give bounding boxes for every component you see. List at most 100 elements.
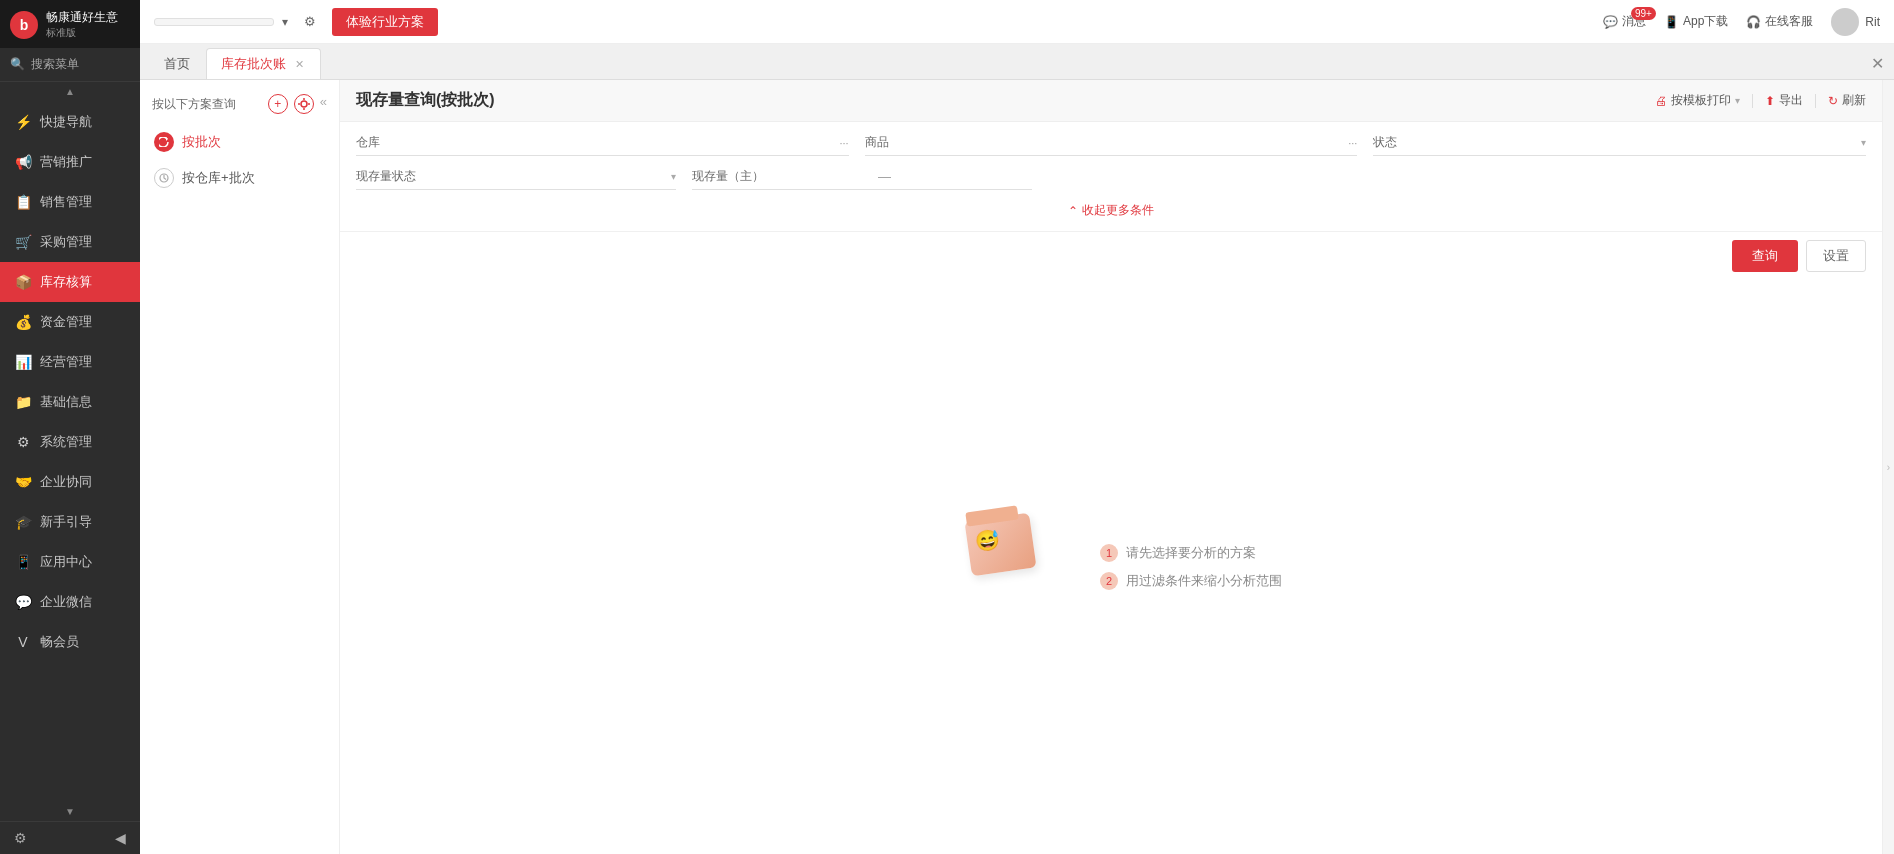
refresh-btn[interactable]: ↻ 刷新 (1828, 92, 1866, 109)
app-icon: 📱 (14, 553, 32, 571)
enterprise-icon: 🤝 (14, 473, 32, 491)
export-btn[interactable]: ⬆ 导出 (1765, 92, 1803, 109)
filter-panel: 按以下方案查询 + « 按批次 按仓库+批次 (140, 80, 340, 854)
box-face-icon: 😅 (973, 527, 1001, 554)
sidebar-item-system[interactable]: ⚙ 系统管理 (0, 422, 140, 462)
message-badge: 99+ (1631, 7, 1656, 20)
sidebar-item-member[interactable]: V 畅会员 (0, 622, 140, 662)
brand-edition: 标准版 (46, 26, 130, 40)
search-label: 搜索菜单 (31, 56, 79, 73)
stock-status-arrow-icon[interactable]: ▾ (671, 171, 676, 182)
sidebar-item-basic[interactable]: 📁 基础信息 (0, 382, 140, 422)
refresh-label: 刷新 (1842, 92, 1866, 109)
sidebar-item-label-system: 系统管理 (40, 433, 92, 451)
warehouse-batch-icon (154, 168, 174, 188)
query-btn[interactable]: 查询 (1732, 240, 1798, 272)
warehouse-field: 仓库 ··· (356, 134, 849, 156)
product-more-btn[interactable]: ··· (1348, 137, 1357, 149)
message-btn[interactable]: 💬 消息 99+ (1603, 13, 1646, 30)
sidebar-item-label-finance: 资金管理 (40, 313, 92, 331)
main-area: ▾ ⚙ 体验行业方案 💬 消息 99+ 📱 App下载 🎧 在线客服 Rit (140, 0, 1894, 854)
sidebar-item-sales[interactable]: 📋 销售管理 (0, 182, 140, 222)
breadcrumb-area: ▾ ⚙ 体验行业方案 (154, 8, 1593, 36)
settings-icon[interactable]: ⚙ (14, 830, 27, 846)
filter-collapse-btn[interactable]: « (320, 94, 327, 114)
sidebar-menu: ⚡ 快捷导航 📢 营销推广 📋 销售管理 🛒 采购管理 📦 库存核算 💰 资金管… (0, 102, 140, 801)
tip-num-2: 2 (1100, 572, 1118, 590)
system-icon: ⚙ (14, 433, 32, 451)
filter-item-by-warehouse-batch[interactable]: 按仓库+批次 (140, 160, 339, 196)
sidebar-item-enterprise[interactable]: 🤝 企业协同 (0, 462, 140, 502)
mobile-icon: 📱 (1664, 15, 1679, 29)
batch-active-icon (154, 132, 174, 152)
product-input[interactable] (897, 136, 1349, 150)
online-service-label: 在线客服 (1765, 13, 1813, 30)
add-filter-btn[interactable]: + (268, 94, 288, 114)
warehouse-input[interactable] (388, 136, 840, 150)
print-btn[interactable]: 🖨 按模板打印 ▾ (1655, 92, 1740, 109)
collapse-sidebar-icon[interactable]: ◀ (115, 830, 126, 846)
close-all-icon: ✕ (1871, 54, 1884, 73)
sidebar-scroll-down[interactable]: ▼ (0, 801, 140, 821)
sidebar-item-label-app: 应用中心 (40, 553, 92, 571)
stock-status-input[interactable] (424, 170, 667, 184)
sidebar-item-purchase[interactable]: 🛒 采购管理 (0, 222, 140, 262)
sidebar-item-label-marketing: 营销推广 (40, 153, 92, 171)
sidebar-item-label-wechat: 企业微信 (40, 593, 92, 611)
topbar-dropdown-icon[interactable]: ▾ (282, 15, 288, 29)
app-download-btn[interactable]: 📱 App下载 (1664, 13, 1728, 30)
sidebar-item-label-sales: 销售管理 (40, 193, 92, 211)
sidebar: b 畅康通好生意 标准版 🔍 搜索菜单 ▲ ⚡ 快捷导航 📢 营销推广 📋 销售… (0, 0, 140, 854)
stock-qty-min-input[interactable] (772, 170, 872, 184)
online-service-btn[interactable]: 🎧 在线客服 (1746, 13, 1813, 30)
filter-dash: — (878, 169, 891, 184)
settings-btn[interactable]: 设置 (1806, 240, 1866, 272)
filter-settings-btn[interactable] (294, 94, 314, 114)
filter-panel-label: 按以下方案查询 (152, 96, 236, 113)
filter-item-by-batch[interactable]: 按批次 (140, 124, 339, 160)
tab-inventory-batch[interactable]: 库存批次账 ✕ (206, 48, 321, 79)
page-title: 现存量查询(按批次) (356, 90, 495, 111)
sidebar-item-guide[interactable]: 🎓 新手引导 (0, 502, 140, 542)
refresh-icon: ↻ (1828, 94, 1838, 108)
sidebar-item-wechat[interactable]: 💬 企业微信 (0, 582, 140, 622)
close-all-tabs-btn[interactable]: ✕ (1861, 48, 1894, 79)
right-collapse-handle[interactable]: › (1882, 80, 1894, 854)
status-arrow-icon[interactable]: ▾ (1861, 137, 1866, 148)
filter-panel-header: 按以下方案查询 + « (140, 90, 339, 124)
tab-home[interactable]: 首页 (150, 49, 204, 79)
empty-illustration: 😅 (940, 517, 1060, 617)
sidebar-item-label-enterprise: 企业协同 (40, 473, 92, 491)
sidebar-header: b 畅康通好生意 标准版 (0, 0, 140, 48)
tab-close-icon[interactable]: ✕ (292, 57, 306, 71)
topbar-input[interactable] (154, 18, 274, 26)
sidebar-item-quick-nav[interactable]: ⚡ 快捷导航 (0, 102, 140, 142)
sidebar-logo: b (10, 11, 38, 39)
collapse-more-conditions-btn[interactable]: ⌃ 收起更多条件 (356, 202, 1866, 219)
filter-bar: 仓库 ··· 商品 ··· 状态 ▾ (340, 122, 1882, 232)
page-header-actions: 🖨 按模板打印 ▾ ⬆ 导出 ↻ 刷新 (1655, 92, 1866, 109)
sidebar-item-label-guide: 新手引导 (40, 513, 92, 531)
experience-btn[interactable]: 体验行业方案 (332, 8, 438, 36)
filter-item-by-warehouse-batch-label: 按仓库+批次 (182, 169, 255, 187)
stock-qty-max-input[interactable] (897, 170, 997, 184)
print-arrow-icon[interactable]: ▾ (1735, 95, 1740, 106)
sidebar-search[interactable]: 🔍 搜索菜单 (0, 48, 140, 82)
gear-icon (298, 98, 310, 110)
guide-icon: 🎓 (14, 513, 32, 531)
stock-qty-field: 现存量（主） — (692, 168, 1032, 190)
topbar-gear-icon[interactable]: ⚙ (296, 8, 324, 36)
status-input[interactable] (1405, 136, 1857, 150)
sidebar-item-app[interactable]: 📱 应用中心 (0, 542, 140, 582)
sidebar-item-marketing[interactable]: 📢 营销推广 (0, 142, 140, 182)
sidebar-item-label-operations: 经营管理 (40, 353, 92, 371)
sidebar-item-inventory[interactable]: 📦 库存核算 (0, 262, 140, 302)
user-area[interactable]: Rit (1831, 8, 1880, 36)
sidebar-scroll-up[interactable]: ▲ (0, 82, 140, 102)
sidebar-item-operations[interactable]: 📊 经营管理 (0, 342, 140, 382)
empty-state: 😅 1 请先选择要分析的方案 2 用过滤条件来缩小分析范围 (340, 280, 1882, 854)
sidebar-item-finance[interactable]: 💰 资金管理 (0, 302, 140, 342)
sidebar-item-label-quick-nav: 快捷导航 (40, 113, 92, 131)
warehouse-more-btn[interactable]: ··· (840, 137, 849, 149)
product-label: 商品 (865, 134, 889, 151)
